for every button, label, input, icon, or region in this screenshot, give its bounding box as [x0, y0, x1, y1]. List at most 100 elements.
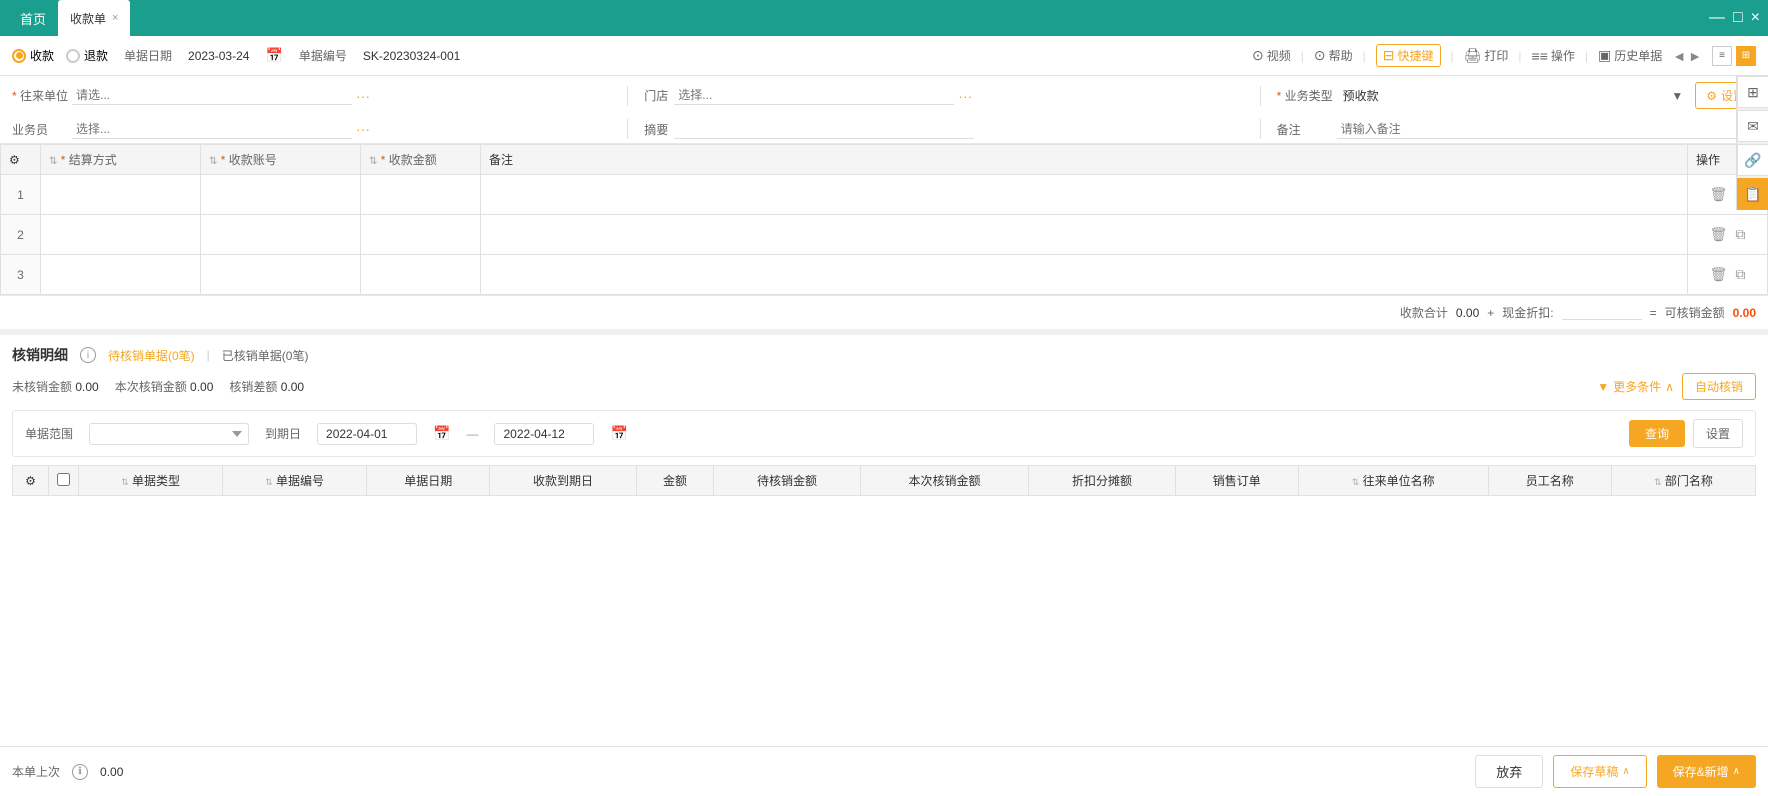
biztype-value: 预收款: [1337, 87, 1672, 104]
auto-verify-button[interactable]: 自动核销: [1682, 373, 1756, 400]
more-conditions-btn[interactable]: ▼ 更多条件 ∧: [1597, 378, 1674, 395]
copy-row-3-icon[interactable]: ⧉: [1735, 266, 1745, 283]
date-picker-icon[interactable]: 📅: [265, 47, 282, 64]
account-cell-3[interactable]: [201, 255, 361, 295]
verification-header: 核销明细 i 待核销单据(0笔) | 已核销单据(0笔): [12, 345, 1756, 365]
bottom-settings-col[interactable]: ⚙: [13, 466, 49, 496]
form-section: 往来单位 ··· 门店 ··· 业务类型 预收款 ▼ ⚙ 设置: [0, 76, 1768, 144]
store-more-icon[interactable]: ···: [954, 88, 976, 104]
note-cell-1[interactable]: [481, 175, 1688, 215]
row-num-3: 3: [1, 255, 41, 295]
table-header-row: ⚙ ⇅ 结算方式 ⇅ 收款账号 ⇅ 收款金额 备注: [1, 145, 1768, 175]
settlement-cell-3[interactable]: [41, 255, 201, 295]
close-tab-icon[interactable]: ×: [112, 12, 118, 24]
note-col-header: 备注: [481, 145, 1688, 175]
staff-more-icon[interactable]: ···: [352, 121, 374, 137]
order-col-header: 销售订单: [1175, 466, 1298, 496]
number-sort-icon[interactable]: ⇅: [265, 477, 273, 487]
delete-row-3-icon[interactable]: 🗑: [1710, 266, 1728, 283]
staff-input[interactable]: [72, 120, 352, 139]
amount-cell-3[interactable]: [361, 255, 481, 295]
select-all-checkbox[interactable]: [57, 473, 70, 486]
deptname-col-header: ⇅ 部门名称: [1611, 466, 1755, 496]
query-button[interactable]: 查询: [1629, 420, 1685, 447]
shortcut-btn[interactable]: ⊟ 快捷键: [1376, 44, 1441, 67]
prev-arrow-icon[interactable]: ◄: [1672, 48, 1686, 64]
panel-mail-icon[interactable]: ✉: [1737, 110, 1768, 142]
done-tab[interactable]: 已核销单据(0笔): [222, 347, 309, 364]
video-icon: ⊙: [1252, 47, 1264, 64]
copy-row-2-icon[interactable]: ⧉: [1735, 226, 1745, 243]
last-order-value: 0.00: [100, 765, 123, 779]
ops-btn[interactable]: ≡≡ 操作: [1532, 47, 1575, 64]
biztype-dropdown-icon[interactable]: ▼: [1671, 89, 1683, 103]
home-tab[interactable]: 首页: [8, 9, 58, 28]
to-date-input[interactable]: [494, 423, 594, 445]
print-btn[interactable]: 🖨 打印: [1464, 47, 1509, 64]
maximize-icon[interactable]: □: [1733, 9, 1743, 27]
range-select[interactable]: [89, 423, 249, 445]
refund-radio[interactable]: 退款: [66, 47, 108, 64]
store-input[interactable]: [674, 86, 954, 105]
amount-col-header2: 金额: [636, 466, 714, 496]
account-sort-icon[interactable]: ⇅: [209, 156, 217, 167]
range-label: 单据范围: [25, 425, 73, 442]
list-view-icon[interactable]: ≡: [1712, 46, 1732, 66]
account-cell-1[interactable]: [201, 175, 361, 215]
amount-cell-1[interactable]: [361, 175, 481, 215]
filter-icon: ▼: [1597, 380, 1609, 394]
settlement-label: 结算方式: [61, 153, 117, 167]
summary-input[interactable]: [674, 120, 974, 139]
save-draft-button[interactable]: 保存草稿 ∧: [1553, 755, 1646, 788]
account-cell-2[interactable]: [201, 215, 361, 255]
from-date-calendar-icon[interactable]: 📅: [433, 425, 450, 442]
checkbox-col: [49, 466, 79, 496]
save-new-label: 保存&新增: [1673, 763, 1729, 780]
deptname-sort-icon[interactable]: ⇅: [1654, 477, 1662, 487]
settlement-cell-1[interactable]: [41, 175, 201, 215]
verification-info-icon[interactable]: i: [80, 347, 96, 363]
refund-radio-circle: [66, 49, 80, 63]
panel-clipboard-icon[interactable]: 📋: [1737, 178, 1768, 210]
from-date-input[interactable]: [317, 423, 417, 445]
grid-view-icon[interactable]: ⊞: [1736, 46, 1756, 66]
next-arrow-icon[interactable]: ►: [1688, 48, 1702, 64]
settlement-cell-2[interactable]: [41, 215, 201, 255]
partner-input[interactable]: [72, 86, 352, 105]
discount-input[interactable]: [1562, 305, 1642, 320]
table-row: 2 🗑 ⧉: [1, 215, 1768, 255]
receipt-radio[interactable]: 收款: [12, 47, 54, 64]
equals-sign: =: [1650, 306, 1657, 320]
settlement-sort-icon[interactable]: ⇅: [49, 156, 57, 167]
save-new-button[interactable]: 保存&新增 ∧: [1657, 755, 1756, 788]
pending-col-header: 待核销金额: [714, 466, 860, 496]
to-date-calendar-icon[interactable]: 📅: [610, 425, 627, 442]
delete-row-1-icon[interactable]: 🗑: [1710, 186, 1728, 203]
minimize-icon[interactable]: —: [1709, 9, 1725, 27]
history-btn[interactable]: ▣ 历史单据: [1598, 47, 1662, 64]
footer-info-icon[interactable]: ℹ: [72, 764, 88, 780]
amount-cell-2[interactable]: [361, 215, 481, 255]
filter-setting-button[interactable]: 设置: [1693, 419, 1743, 448]
amount-sort-icon[interactable]: ⇅: [369, 156, 377, 167]
note-cell-3[interactable]: [481, 255, 1688, 295]
panel-link-icon[interactable]: 🔗: [1737, 144, 1768, 176]
video-btn[interactable]: ⊙ 视频: [1252, 47, 1291, 64]
number-label: 单据编号: [299, 47, 347, 64]
settings-col-header[interactable]: ⚙: [1, 145, 41, 175]
bottom-table-header: ⚙ ⇅ 单据类型 ⇅ 单据编号 单据日期 收款到期日 金额 待: [13, 466, 1756, 496]
pending-tab[interactable]: 待核销单据(0笔): [108, 347, 195, 364]
form-row-2: 业务员 ··· 摘要 备注: [12, 119, 1756, 139]
remark-input[interactable]: [1337, 120, 1756, 139]
delete-row-2-icon[interactable]: 🗑: [1710, 226, 1728, 243]
abandon-button[interactable]: 放弃: [1475, 755, 1543, 788]
panel-table-icon[interactable]: ⊞: [1737, 76, 1768, 108]
receipt-tab[interactable]: 收款单 ×: [58, 0, 130, 36]
note-cell-2[interactable]: [481, 215, 1688, 255]
close-window-icon[interactable]: ×: [1751, 9, 1760, 27]
partnername-sort-icon[interactable]: ⇅: [1352, 477, 1360, 487]
help-btn[interactable]: ⊙ 帮助: [1314, 47, 1353, 64]
partner-more-icon[interactable]: ···: [352, 88, 374, 104]
type-sort-icon[interactable]: ⇅: [121, 477, 129, 487]
duedate-col-header: 收款到期日: [490, 466, 636, 496]
